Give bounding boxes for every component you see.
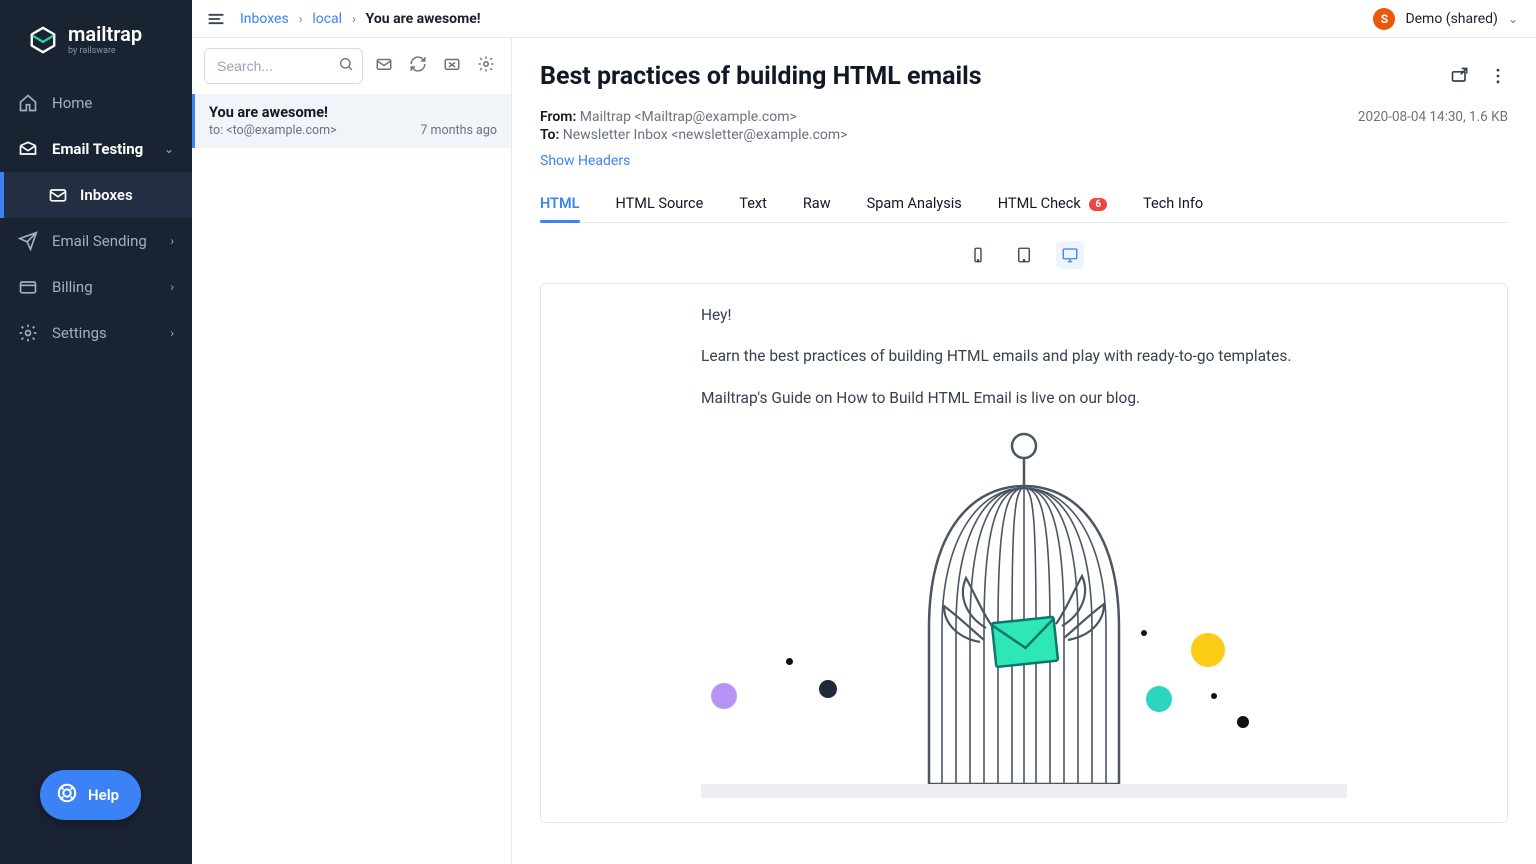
tab-spam[interactable]: Spam Analysis: [867, 187, 962, 222]
help-label: Help: [88, 786, 119, 804]
nav-email-sending-label: Email Sending: [52, 232, 147, 250]
tab-html-check-badge: 6: [1089, 198, 1107, 211]
inbox-icon: [48, 185, 68, 205]
tab-html-check-label: HTML Check: [998, 195, 1081, 212]
decor-ball: [1146, 686, 1172, 712]
sidebar: mailtrap by railsware Home Email Testing…: [0, 0, 192, 864]
message-title: You are awesome!: [209, 104, 497, 121]
breadcrumb-inbox[interactable]: local: [312, 11, 342, 27]
message-item[interactable]: You are awesome! to: <to@example.com> 7 …: [192, 94, 511, 148]
to-value: Newsletter Inbox <newsletter@example.com…: [563, 127, 848, 143]
account-name: Demo (shared): [1405, 11, 1498, 27]
tab-html-check[interactable]: HTML Check 6: [998, 187, 1107, 222]
show-headers-link[interactable]: Show Headers: [540, 153, 630, 169]
refresh-icon[interactable]: [405, 51, 431, 81]
email-p2: Learn the best practices of building HTM…: [701, 345, 1347, 368]
viewport-desktop-button[interactable]: [1056, 241, 1084, 269]
flask-icon: [18, 139, 38, 159]
nav-settings-label: Settings: [52, 324, 107, 342]
send-icon: [18, 231, 38, 251]
nav-email-testing[interactable]: Email Testing ⌄: [0, 126, 192, 172]
help-button[interactable]: Help: [40, 770, 141, 820]
chevron-right-icon: ›: [299, 12, 303, 26]
timestamp-size: 2020-08-04 14:30, 1.6 KB: [1358, 109, 1508, 169]
search-icon[interactable]: [338, 56, 354, 76]
logo-text: mailtrap: [68, 24, 142, 44]
breadcrumb-current: You are awesome!: [366, 11, 481, 27]
message-list-pane: You are awesome! to: <to@example.com> 7 …: [192, 38, 512, 864]
chevron-down-icon: ⌄: [1508, 12, 1518, 26]
nav-settings[interactable]: Settings ›: [0, 310, 192, 356]
viewport-switcher: [540, 241, 1508, 269]
avatar: S: [1373, 8, 1395, 30]
lifebuoy-icon: [56, 782, 78, 808]
email-illustration: [701, 428, 1347, 798]
home-icon: [18, 93, 38, 113]
logo[interactable]: mailtrap by railsware: [0, 0, 192, 80]
search-wrapper: [204, 48, 363, 84]
tab-tech[interactable]: Tech Info: [1143, 187, 1203, 222]
nav-inboxes[interactable]: Inboxes: [0, 172, 192, 218]
topbar: Inboxes › local › You are awesome! S Dem…: [192, 0, 1536, 38]
card-icon: [18, 277, 38, 297]
decor-ball: [1191, 633, 1225, 667]
decor-ball: [786, 658, 793, 665]
more-icon[interactable]: [1488, 66, 1508, 90]
gear-icon: [18, 323, 38, 343]
viewport-tablet-button[interactable]: [1010, 241, 1038, 269]
decor-ball: [819, 680, 837, 698]
decor-ball: [711, 683, 737, 709]
chevron-right-icon: ›: [352, 12, 356, 26]
nav-inboxes-label: Inboxes: [80, 186, 133, 204]
logo-byline: by railsware: [68, 46, 142, 56]
email-preview: Hey! Learn the best practices of buildin…: [540, 283, 1508, 823]
message-age: 7 months ago: [420, 123, 497, 138]
tab-raw[interactable]: Raw: [803, 187, 831, 222]
decor-ball: [1237, 716, 1249, 728]
tab-text[interactable]: Text: [739, 187, 767, 222]
decor-ball: [1141, 630, 1147, 636]
logo-mark-icon: [28, 25, 58, 55]
delete-all-icon[interactable]: [439, 51, 465, 81]
message-detail: Best practices of building HTML emails F…: [512, 38, 1536, 864]
tab-html-source[interactable]: HTML Source: [616, 187, 704, 222]
main: Inboxes › local › You are awesome! S Dem…: [192, 0, 1536, 864]
birdcage-icon: [914, 428, 1134, 788]
nav-billing[interactable]: Billing ›: [0, 264, 192, 310]
menu-toggle-button[interactable]: [202, 5, 230, 33]
chevron-down-icon: ⌄: [164, 142, 174, 156]
email-p3: Mailtrap's Guide on How to Build HTML Em…: [701, 387, 1347, 410]
to-label: To:: [540, 127, 559, 143]
breadcrumb: Inboxes › local › You are awesome!: [240, 11, 481, 27]
settings-icon[interactable]: [473, 51, 499, 81]
nav-home-label: Home: [52, 94, 92, 112]
viewport-mobile-button[interactable]: [964, 241, 992, 269]
message-to: to: <to@example.com>: [209, 123, 337, 138]
nav-email-sending[interactable]: Email Sending ›: [0, 218, 192, 264]
chevron-right-icon: ›: [170, 326, 174, 340]
share-icon[interactable]: [1450, 66, 1470, 90]
mark-read-icon[interactable]: [371, 51, 397, 81]
nav-billing-label: Billing: [52, 278, 93, 296]
email-p1: Hey!: [701, 304, 1347, 327]
content: You are awesome! to: <to@example.com> 7 …: [192, 38, 1536, 864]
tab-html[interactable]: HTML: [540, 187, 580, 222]
illustration-shadow: [701, 784, 1347, 798]
breadcrumb-inboxes[interactable]: Inboxes: [240, 11, 289, 27]
decor-ball: [1211, 693, 1217, 699]
nav-email-testing-label: Email Testing: [52, 140, 143, 158]
account-switcher[interactable]: S Demo (shared) ⌄: [1373, 8, 1518, 30]
chevron-right-icon: ›: [170, 280, 174, 294]
chevron-right-icon: ›: [170, 234, 174, 248]
from-label: From:: [540, 109, 576, 125]
nav-home[interactable]: Home: [0, 80, 192, 126]
list-toolbar: [192, 38, 511, 94]
from-value: Mailtrap <Mailtrap@example.com>: [580, 109, 797, 125]
tabs: HTML HTML Source Text Raw Spam Analysis …: [540, 187, 1508, 223]
message-subject: Best practices of building HTML emails: [540, 62, 1438, 91]
